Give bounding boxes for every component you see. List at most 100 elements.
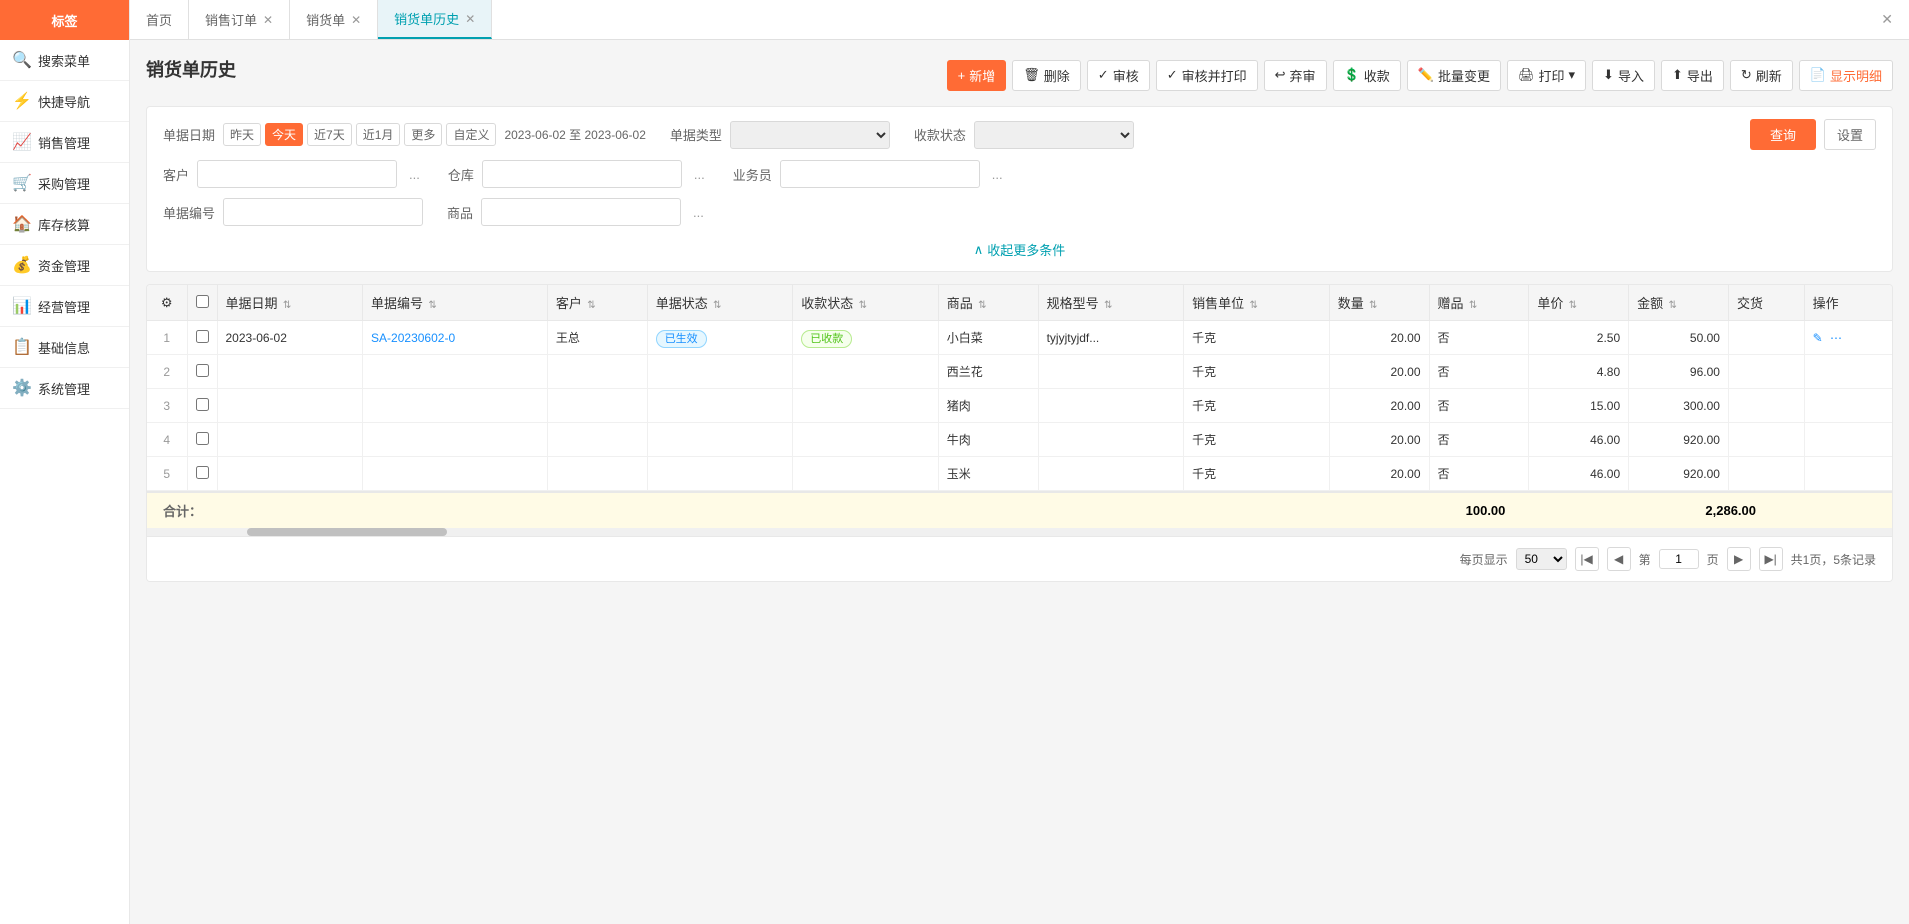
tab-sales-order[interactable]: 销售订单 ✕: [189, 0, 290, 39]
cell-checkbox[interactable]: [187, 321, 217, 355]
cell-action[interactable]: [1804, 389, 1892, 423]
cell-doc-no[interactable]: [363, 389, 548, 423]
sidebar-item-system[interactable]: ⚙️ 系统管理: [0, 368, 129, 409]
cell-doc-no[interactable]: [363, 423, 548, 457]
cell-action[interactable]: [1804, 423, 1892, 457]
sidebar-item-quicknav[interactable]: ⚡ 快捷导航: [0, 81, 129, 122]
btn-refresh[interactable]: ↻ 刷新: [1730, 60, 1793, 91]
page-input[interactable]: 1: [1659, 549, 1699, 569]
filter-warehouse-picker[interactable]: ...: [690, 167, 709, 182]
cell-doc-no[interactable]: SA-20230602-0: [363, 321, 548, 355]
collapse-filter-btn[interactable]: ∧ 收起更多条件: [163, 236, 1876, 259]
th-goods[interactable]: 商品 ⇅: [938, 285, 1038, 321]
tab-bar-close[interactable]: ✕: [1865, 11, 1909, 28]
page-last-btn[interactable]: ▶|: [1759, 547, 1783, 571]
select-all-checkbox[interactable]: [196, 295, 209, 308]
th-settings[interactable]: ⚙: [147, 285, 187, 321]
sidebar-item-search[interactable]: 🔍 搜索菜单: [0, 40, 129, 81]
filter-doc-no-input[interactable]: [223, 198, 423, 226]
row-checkbox[interactable]: [196, 398, 209, 411]
row-checkbox[interactable]: [196, 330, 209, 343]
btn-new[interactable]: + 新增: [947, 60, 1007, 91]
cell-doc-no[interactable]: [363, 457, 548, 491]
row-checkbox[interactable]: [196, 432, 209, 445]
cell-action[interactable]: [1804, 355, 1892, 389]
btn-import[interactable]: ⬇ 导入: [1592, 60, 1655, 91]
cell-action[interactable]: ✎ ⋯: [1804, 321, 1892, 355]
row-more-btn[interactable]: ⋯: [1830, 331, 1842, 345]
sidebar-item-purchase[interactable]: 🛒 采购管理: [0, 163, 129, 204]
btn-print[interactable]: 🖨 打印 ▾: [1507, 60, 1586, 91]
th-unit[interactable]: 销售单位 ⇅: [1184, 285, 1330, 321]
filter-doc-type-select[interactable]: [730, 121, 890, 149]
tab-sales-history[interactable]: 销货单历史 ✕: [378, 0, 492, 39]
tab-sales-history-close[interactable]: ✕: [465, 12, 475, 26]
cell-doc-status: [647, 389, 793, 423]
btn-batch-change[interactable]: ✏️ 批量变更: [1407, 60, 1501, 91]
btn-export[interactable]: ⬆ 导出: [1661, 60, 1724, 91]
btn-approve[interactable]: ✓ 审核: [1087, 60, 1150, 91]
tab-home[interactable]: 首页: [130, 0, 189, 39]
th-doc-no[interactable]: 单据编号 ⇅: [363, 285, 548, 321]
tab-sales-order-close[interactable]: ✕: [263, 13, 273, 27]
page-prev-btn[interactable]: ◀: [1607, 547, 1631, 571]
th-unit-sort-icon: ⇅: [1250, 300, 1258, 311]
page-size-select[interactable]: 50 100: [1516, 548, 1567, 570]
row-edit-btn[interactable]: ✎: [1813, 331, 1823, 345]
cell-row-num: 4: [147, 423, 187, 457]
th-amount[interactable]: 金额 ⇅: [1629, 285, 1729, 321]
page-next-btn[interactable]: ▶: [1727, 547, 1751, 571]
filter-customer-input[interactable]: [197, 160, 397, 188]
date-btn-1month[interactable]: 近1月: [356, 123, 401, 146]
date-btn-today[interactable]: 今天: [265, 123, 303, 146]
scroll-bar-thumb[interactable]: [247, 528, 447, 536]
btn-approve-print[interactable]: ✓ 审核并打印: [1156, 60, 1258, 91]
setting-button[interactable]: 设置: [1824, 119, 1876, 150]
th-unit-price[interactable]: 单价 ⇅: [1529, 285, 1629, 321]
filter-goods-picker[interactable]: ...: [689, 205, 708, 220]
doc-no-link[interactable]: SA-20230602-0: [371, 331, 455, 345]
filter-payment-status-select[interactable]: [974, 121, 1134, 149]
date-btn-more[interactable]: 更多: [404, 123, 442, 146]
filter-salesperson-picker[interactable]: ...: [988, 167, 1007, 182]
sidebar-item-inventory[interactable]: 🏠 库存核算: [0, 204, 129, 245]
th-payment-status[interactable]: 收款状态 ⇅: [793, 285, 939, 321]
th-gift[interactable]: 赠品 ⇅: [1429, 285, 1529, 321]
th-doc-status[interactable]: 单据状态 ⇅: [647, 285, 793, 321]
tab-sales-history-label: 销货单历史: [394, 9, 459, 28]
row-checkbox[interactable]: [196, 364, 209, 377]
inventory-icon: 🏠: [12, 214, 30, 234]
filter-warehouse-input[interactable]: [482, 160, 682, 188]
filter-salesperson-input[interactable]: [780, 160, 980, 188]
th-spec[interactable]: 规格型号 ⇅: [1038, 285, 1184, 321]
date-btn-yesterday[interactable]: 昨天: [223, 123, 261, 146]
sidebar-item-sales[interactable]: 📈 销售管理: [0, 122, 129, 163]
btn-collect[interactable]: 💲 收款: [1333, 60, 1401, 91]
tab-sales-delivery-close[interactable]: ✕: [351, 13, 361, 27]
table-settings-icon[interactable]: ⚙: [161, 295, 173, 310]
date-btn-7days[interactable]: 近7天: [307, 123, 352, 146]
row-checkbox[interactable]: [196, 466, 209, 479]
th-date[interactable]: 单据日期 ⇅: [217, 285, 363, 321]
query-button[interactable]: 查询: [1750, 119, 1816, 150]
cell-checkbox[interactable]: [187, 389, 217, 423]
cell-checkbox[interactable]: [187, 423, 217, 457]
cell-checkbox[interactable]: [187, 355, 217, 389]
th-qty[interactable]: 数量 ⇅: [1329, 285, 1429, 321]
btn-show-detail[interactable]: 📄 显示明细: [1799, 60, 1893, 91]
sidebar-item-finance[interactable]: 💰 资金管理: [0, 245, 129, 286]
date-btn-custom[interactable]: 自定义: [446, 123, 496, 146]
filter-goods-input[interactable]: [481, 198, 681, 226]
scroll-bar-area[interactable]: [147, 528, 1892, 536]
cell-checkbox[interactable]: [187, 457, 217, 491]
btn-delete[interactable]: 🗑 删除: [1012, 60, 1081, 91]
page-first-btn[interactable]: |◀: [1575, 547, 1599, 571]
cell-doc-no[interactable]: [363, 355, 548, 389]
btn-revoke[interactable]: ↩ 弃审: [1264, 60, 1327, 91]
filter-customer-picker[interactable]: ...: [405, 167, 424, 182]
sidebar-item-operations[interactable]: 📊 经营管理: [0, 286, 129, 327]
cell-action[interactable]: [1804, 457, 1892, 491]
th-customer[interactable]: 客户 ⇅: [547, 285, 647, 321]
sidebar-item-master-data[interactable]: 📋 基础信息: [0, 327, 129, 368]
tab-sales-delivery[interactable]: 销货单 ✕: [290, 0, 378, 39]
